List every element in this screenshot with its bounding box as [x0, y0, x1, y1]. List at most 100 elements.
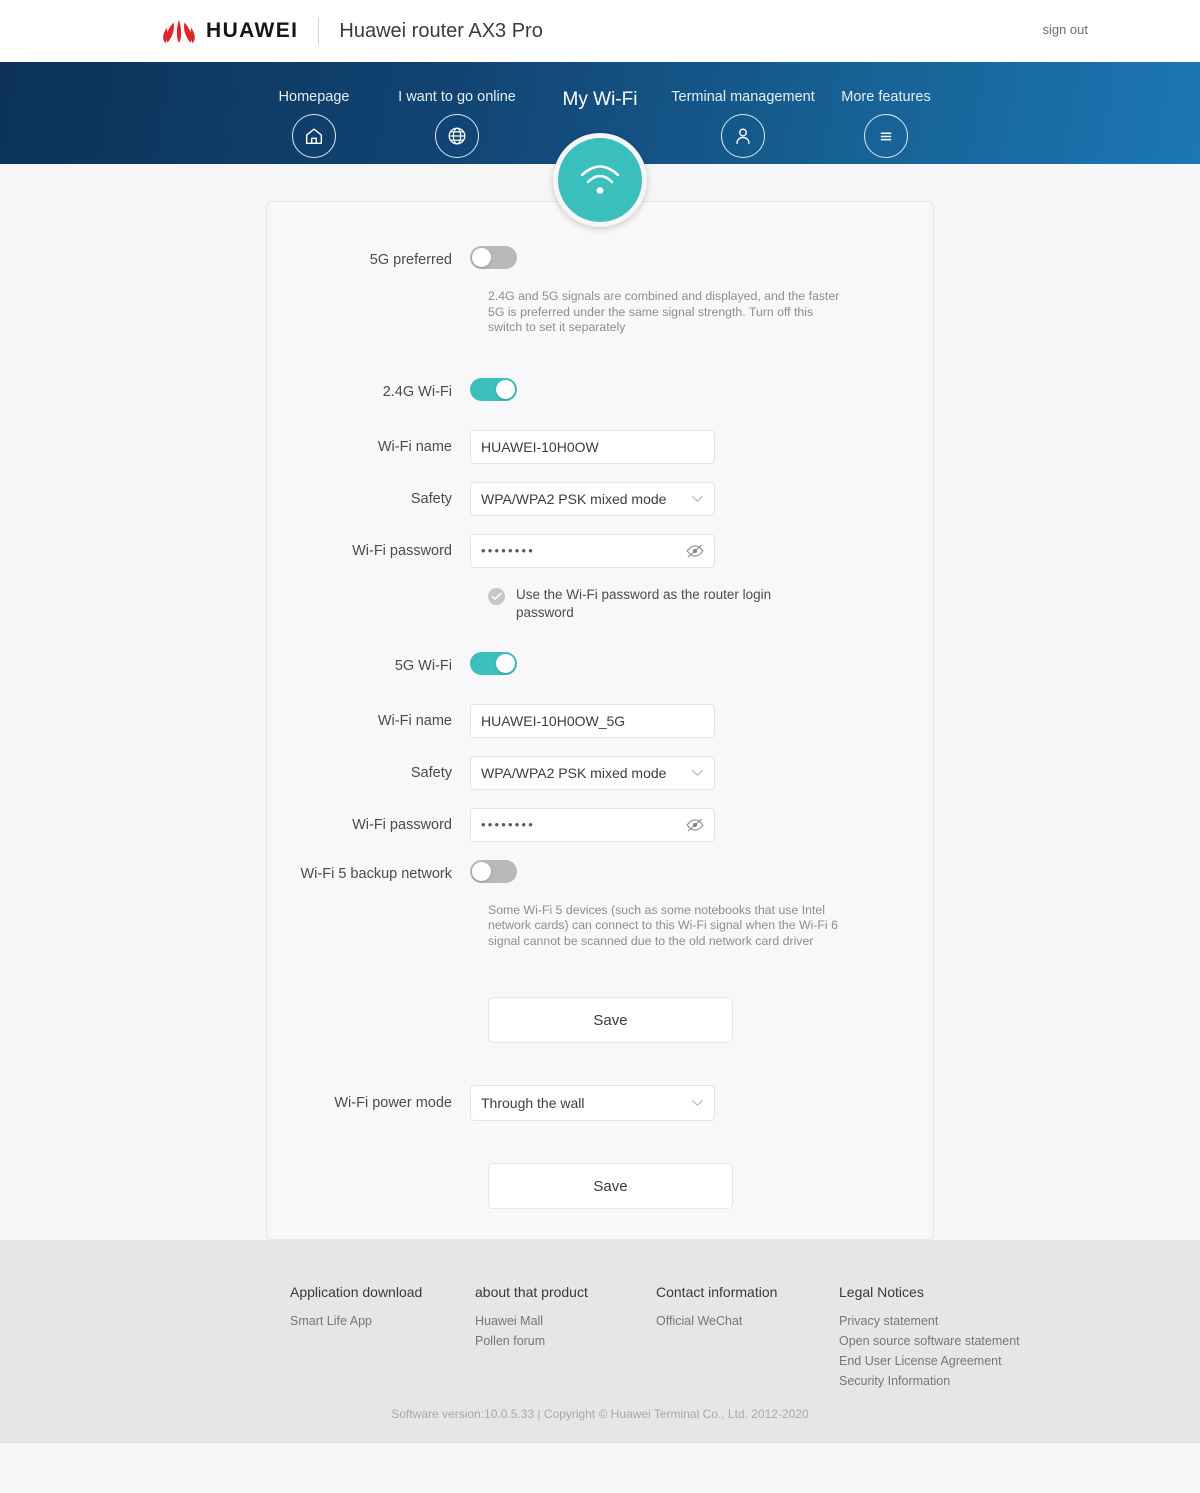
value-24g-wifi-name: HUAWEI-10H0OW [481, 438, 599, 455]
footer-title-contact-information: Contact information [656, 1284, 778, 1300]
input-24g-password[interactable]: •••••••• [470, 533, 715, 568]
control-24g-safety: WPA/WPA2 PSK mixed mode [470, 481, 933, 516]
footer-link-eula[interactable]: End User License Agreement [839, 1354, 1039, 1368]
toggle-password-visibility-icon[interactable] [686, 818, 704, 832]
nav-label-homepage: Homepage [278, 89, 350, 105]
toggle-knob [496, 379, 515, 399]
wifi-icon[interactable] [553, 133, 647, 227]
value-wifi-power-mode: Through the wall [481, 1095, 585, 1111]
toggle-5g-wifi[interactable] [470, 651, 517, 675]
label-5g-preferred: 5G preferred [369, 252, 452, 268]
control-24g-password: •••••••• [470, 533, 933, 568]
select-wifi-power-mode[interactable]: Through the wall [470, 1085, 715, 1121]
select-5g-safety[interactable]: WPA/WPA2 PSK mixed mode [470, 755, 715, 790]
nav-label-my-wifi: My Wi-Fi [562, 89, 638, 110]
footer-link-smart-life-app[interactable]: Smart Life App [290, 1314, 475, 1328]
toggle-24g-wifi[interactable] [470, 377, 517, 401]
home-icon [292, 114, 336, 158]
nav-label-more-features: More features [841, 89, 931, 105]
brand-block: HUAWEI Huawei router AX3 Pro [158, 16, 543, 46]
value-5g-wifi-name: HUAWEI-10H0OW_5G [481, 712, 626, 729]
checkbox-checked-icon[interactable] [488, 587, 505, 605]
input-5g-wifi-name[interactable]: HUAWEI-10H0OW_5G [470, 703, 715, 738]
toggle-5g-preferred[interactable] [470, 246, 517, 269]
control-5g-safety: WPA/WPA2 PSK mixed mode [470, 755, 933, 790]
value-5g-password: •••••••• [481, 817, 536, 832]
label-wifi-power-mode: Wi-Fi power mode [334, 1095, 452, 1111]
row-24g-password: Wi-Fi password •••••••• [267, 533, 933, 568]
nav-item-my-wifi[interactable]: My Wi-Fi [529, 89, 672, 227]
row-24g-safety: Safety WPA/WPA2 PSK mixed mode [267, 481, 933, 516]
footer-link-open-source-statement[interactable]: Open source software statement [839, 1334, 1039, 1348]
label-24g-password: Wi-Fi password [352, 542, 452, 559]
wifi-settings-card: 5G preferred 2.4G and 5G signals are com… [266, 201, 934, 1240]
footer-column-about-product: about that product Huawei Mall Pollen fo… [475, 1284, 656, 1394]
footer-column-application-download: Application download Smart Life App [290, 1284, 475, 1394]
helper-text-wifi5-backup: Some Wi-Fi 5 devices (such as some noteb… [488, 902, 838, 948]
nav-item-go-online[interactable]: I want to go online [386, 89, 529, 158]
row-24g-wifi: 2.4G Wi-Fi [267, 377, 933, 406]
select-24g-safety[interactable]: WPA/WPA2 PSK mixed mode [470, 481, 715, 516]
label-24g-wifi: 2.4G Wi-Fi [382, 383, 452, 400]
row-5g-safety: Safety WPA/WPA2 PSK mixed mode [267, 755, 933, 790]
control-5g-wifi-name: HUAWEI-10H0OW_5G [470, 703, 933, 738]
toggle-knob [496, 653, 515, 673]
helper-wrap-wifi5-backup: Some Wi-Fi 5 devices (such as some noteb… [488, 903, 933, 950]
row-5g-password: Wi-Fi password •••••••• [267, 807, 933, 842]
footer-column-contact-information: Contact information Official WeChat [656, 1284, 839, 1394]
toggle-password-visibility-icon[interactable] [686, 544, 704, 558]
row-5g-preferred: 5G preferred [267, 246, 933, 274]
nav-item-list: Homepage I want to go online My Wi-Fi Te… [0, 62, 1200, 227]
main-navigation-bar: Homepage I want to go online My Wi-Fi Te… [0, 62, 1200, 227]
nav-label-go-online: I want to go online [398, 89, 516, 105]
control-5g-password: •••••••• [470, 807, 933, 842]
label-5g-password: Wi-Fi password [352, 816, 452, 833]
control-24g-wifi [470, 377, 933, 406]
page-body: 5G preferred 2.4G and 5G signals are com… [0, 164, 1200, 1240]
nav-item-more-features[interactable]: More features [815, 89, 958, 158]
save-power-mode-button[interactable]: Save [488, 1163, 733, 1209]
input-5g-password[interactable]: •••••••• [470, 807, 715, 842]
footer-link-huawei-mall[interactable]: Huawei Mall [475, 1314, 656, 1328]
nav-item-terminal-management[interactable]: Terminal management [671, 89, 815, 158]
nav-item-homepage[interactable]: Homepage [243, 89, 386, 158]
product-title: Huawei router AX3 Pro [339, 19, 543, 42]
footer-link-official-wechat[interactable]: Official WeChat [656, 1314, 839, 1328]
row-24g-wifi-name: Wi-Fi name HUAWEI-10H0OW [267, 429, 933, 464]
input-24g-wifi-name[interactable]: HUAWEI-10H0OW [470, 429, 715, 464]
row-wifi-power-mode: Wi-Fi power mode Through the wall [267, 1085, 933, 1121]
value-24g-password: •••••••• [481, 543, 536, 558]
footer-link-pollen-forum[interactable]: Pollen forum [475, 1334, 656, 1348]
helper-wrap-5g-preferred: 2.4G and 5G signals are combined and dis… [488, 289, 933, 336]
menu-icon [864, 114, 908, 158]
label-24g-wifi-name: Wi-Fi name [377, 438, 452, 455]
chevron-down-icon [692, 495, 703, 502]
control-5g-preferred [470, 246, 933, 274]
footer-title-about-product: about that product [475, 1284, 588, 1300]
control-5g-wifi [470, 651, 933, 680]
footer-link-privacy-statement[interactable]: Privacy statement [839, 1314, 1039, 1328]
footer-link-security-information[interactable]: Security Information [839, 1374, 1039, 1388]
copyright-text: Software version:10.0.5.33 | Copyright ©… [391, 1407, 809, 1421]
chevron-down-icon [692, 1100, 703, 1107]
nav-label-terminal-management: Terminal management [671, 89, 815, 105]
control-wifi-power-mode: Through the wall [470, 1085, 933, 1121]
sign-out-link[interactable]: sign out [1042, 22, 1088, 37]
page-footer: Application download Smart Life App abou… [0, 1240, 1200, 1443]
toggle-wifi5-backup[interactable] [470, 859, 517, 883]
footer-columns: Application download Smart Life App abou… [290, 1284, 1200, 1394]
row-5g-wifi: 5G Wi-Fi [267, 651, 933, 680]
save-secondary-wrap: Save [488, 1163, 933, 1209]
row-use-password-as-login[interactable]: Use the Wi-Fi password as the router log… [488, 586, 818, 622]
save-wifi-settings-button[interactable]: Save [488, 997, 733, 1043]
value-24g-safety: WPA/WPA2 PSK mixed mode [481, 490, 667, 507]
